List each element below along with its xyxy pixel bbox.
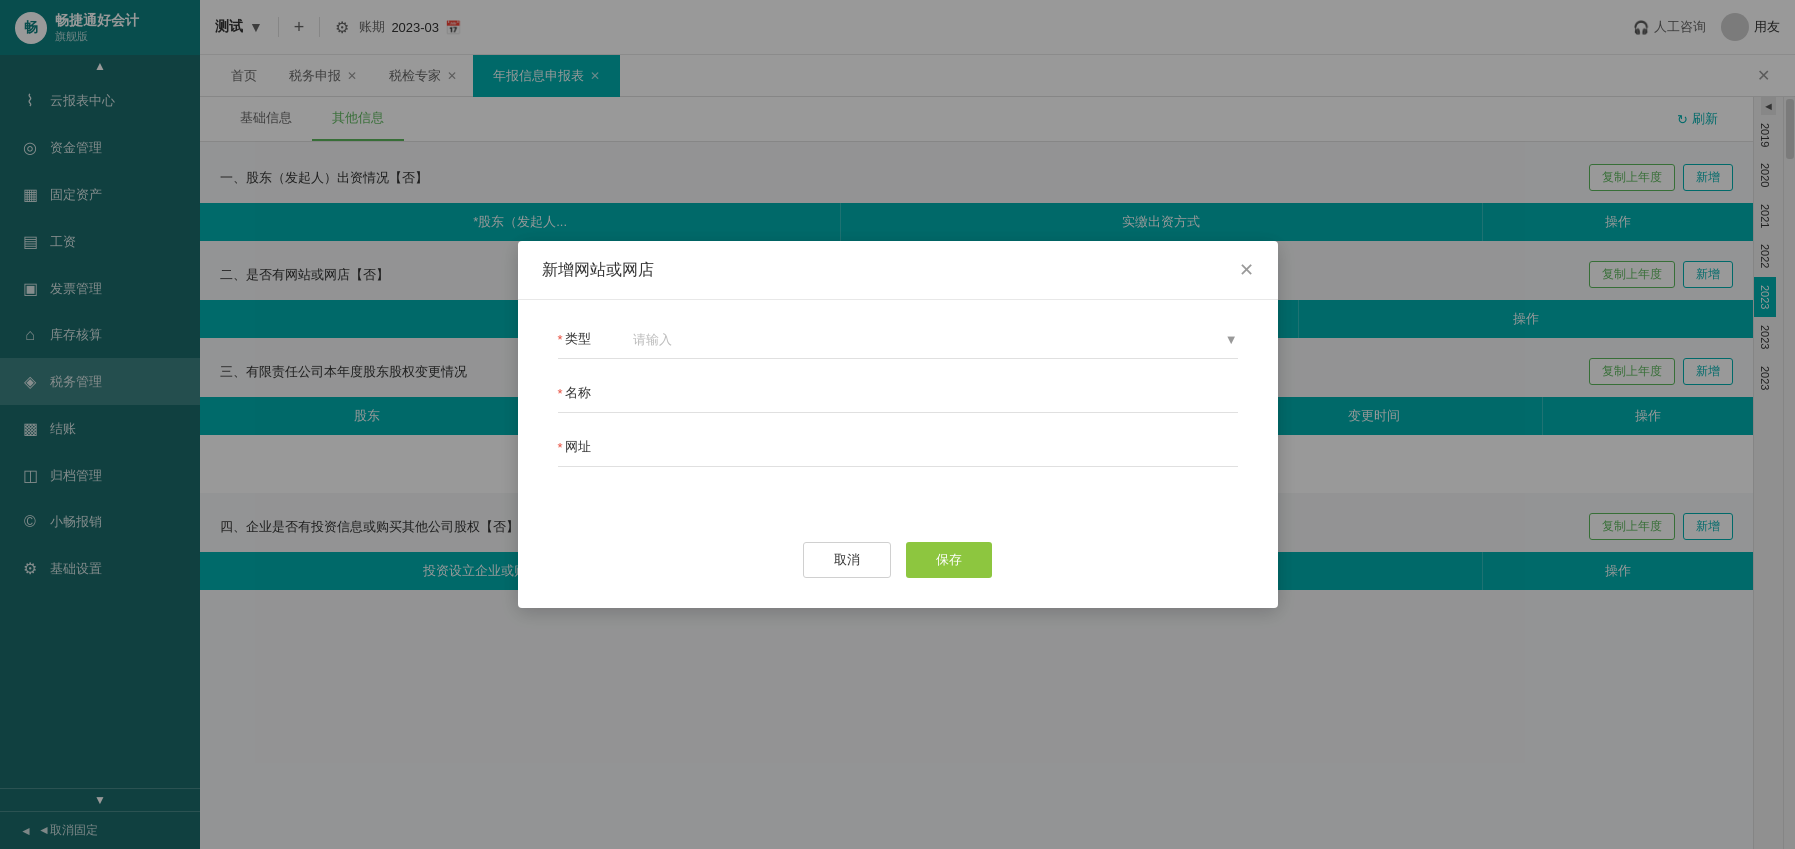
url-label: 网址	[565, 438, 625, 456]
add-website-modal: 新增网站或网店 ✕ * 类型 ▼ * 名称	[518, 241, 1278, 608]
modal-header: 新增网站或网店 ✕	[518, 241, 1278, 300]
field-name: * 名称	[558, 384, 1238, 413]
field-name-row: * 名称	[558, 384, 1238, 413]
url-input[interactable]	[625, 440, 1238, 455]
modal-title: 新增网站或网店	[542, 260, 654, 281]
cancel-button[interactable]: 取消	[803, 542, 891, 578]
field-url: * 网址	[558, 438, 1238, 467]
modal-footer: 取消 保存	[518, 522, 1278, 608]
save-button[interactable]: 保存	[906, 542, 992, 578]
url-required-mark: *	[558, 440, 563, 455]
field-type-row: * 类型 ▼	[558, 330, 1238, 359]
type-dropdown-icon[interactable]: ▼	[1225, 332, 1238, 347]
name-required-mark: *	[558, 386, 563, 401]
field-type: * 类型 ▼	[558, 330, 1238, 359]
modal-body: * 类型 ▼ * 名称 * 网址	[518, 300, 1278, 522]
type-label: 类型	[565, 330, 625, 348]
modal-close-button[interactable]: ✕	[1239, 259, 1254, 281]
modal-overlay: 新增网站或网店 ✕ * 类型 ▼ * 名称	[0, 0, 1795, 849]
field-url-row: * 网址	[558, 438, 1238, 467]
name-label: 名称	[565, 384, 625, 402]
name-input[interactable]	[625, 386, 1238, 401]
type-required-mark: *	[558, 332, 563, 347]
type-input[interactable]	[625, 332, 1225, 347]
